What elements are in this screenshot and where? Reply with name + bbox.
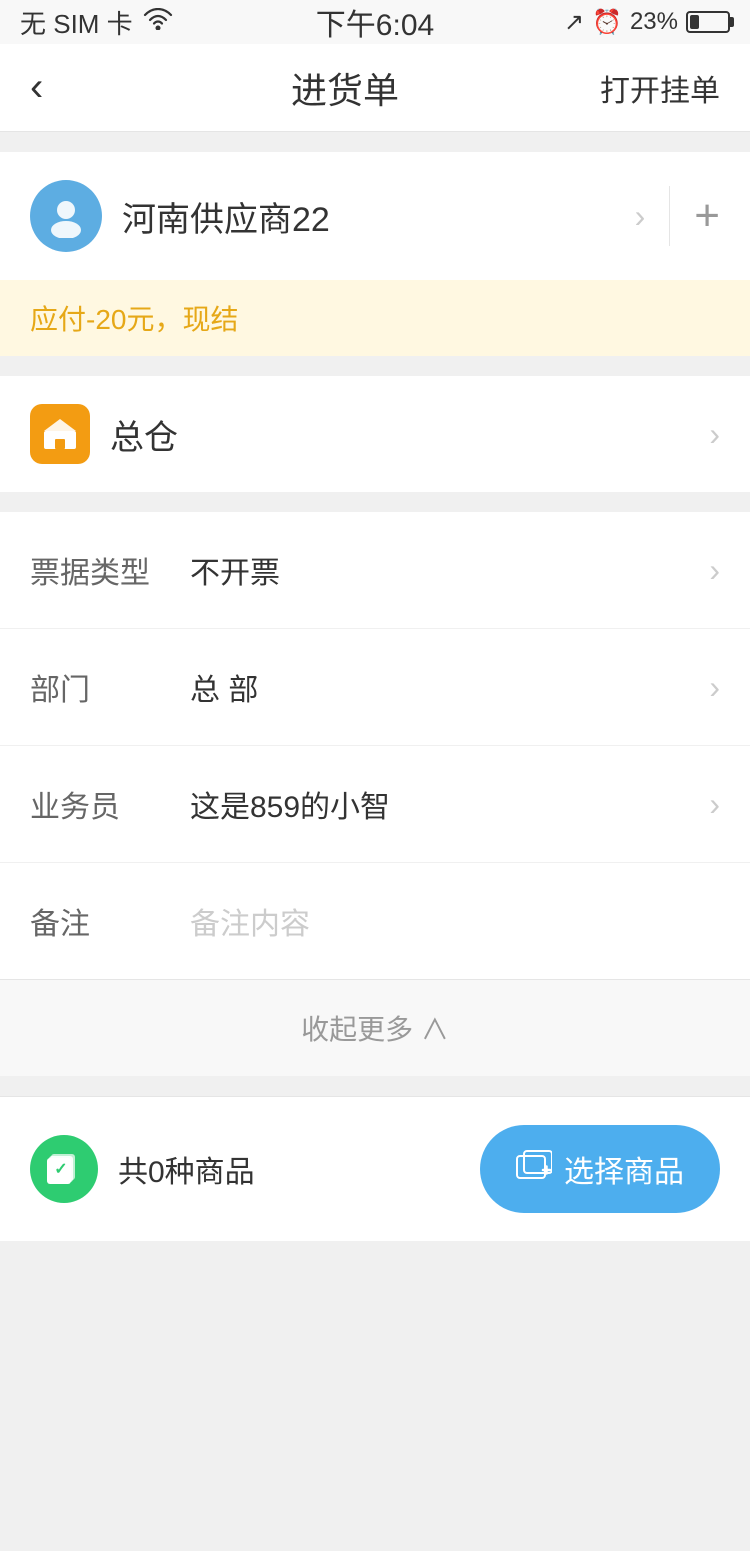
wifi-icon (143, 8, 173, 37)
top-divider (0, 132, 750, 152)
remark-label: 备注 (30, 899, 170, 943)
add-button[interactable]: + (694, 194, 720, 238)
dept-row[interactable]: 部门 总 部 › (0, 629, 750, 746)
svg-text:✓: ✓ (54, 1161, 67, 1178)
location-icon: ↗ (564, 8, 584, 37)
collapse-row[interactable]: 收起更多 ∧ (0, 979, 750, 1076)
supplier-name: 河南供应商22 (122, 192, 635, 241)
mid-divider1 (0, 356, 750, 376)
select-product-label: 选择商品 (564, 1147, 684, 1191)
collapse-button[interactable]: 收起更多 ∧ (301, 1008, 449, 1048)
dept-chevron-icon: › (709, 669, 720, 706)
supplier-chevron-icon: › (635, 198, 646, 235)
warehouse-icon (30, 404, 90, 464)
select-product-icon (516, 1150, 552, 1189)
product-count: 共0种商品 (118, 1147, 480, 1191)
warehouse-row[interactable]: 总仓 › (0, 376, 750, 492)
battery-pct: 23% (630, 8, 678, 36)
notice-text: 应付-20元，现结 (30, 304, 238, 335)
invoice-row[interactable]: 票据类型 不开票 › (0, 512, 750, 629)
salesman-row[interactable]: 业务员 这是859的小智 › (0, 746, 750, 863)
status-time: 下午6:04 (316, 0, 434, 44)
open-pending-button[interactable]: 打开挂单 (600, 66, 720, 110)
status-left: 无 SIM 卡 (20, 4, 173, 41)
invoice-chevron-icon: › (709, 552, 720, 589)
salesman-chevron-icon: › (709, 786, 720, 823)
invoice-value: 不开票 (170, 548, 709, 592)
status-bar: 无 SIM 卡 下午6:04 ↗ ⏰ 23% (0, 0, 750, 44)
vertical-divider (669, 186, 670, 246)
warehouse-name: 总仓 (110, 410, 709, 459)
nav-bar: ‹ 进货单 打开挂单 (0, 44, 750, 132)
alarm-icon: ⏰ (592, 8, 622, 37)
page-rest (0, 1241, 750, 1551)
remark-input[interactable]: 备注内容 (170, 899, 720, 943)
supplier-row[interactable]: 河南供应商22 › + (0, 152, 750, 280)
invoice-label: 票据类型 (30, 548, 170, 592)
warehouse-section: 总仓 › (0, 376, 750, 492)
select-product-button[interactable]: 选择商品 (480, 1125, 720, 1213)
page-title: 进货单 (291, 62, 399, 114)
carrier-text: 无 SIM 卡 (20, 4, 133, 41)
dept-label: 部门 (30, 665, 170, 709)
bottom-divider (0, 1076, 750, 1096)
remark-row[interactable]: 备注 备注内容 (0, 863, 750, 979)
form-section: 票据类型 不开票 › 部门 总 部 › 业务员 这是859的小智 › 备注 备注… (0, 512, 750, 979)
warehouse-chevron-icon: › (709, 416, 720, 453)
supplier-section: 河南供应商22 › + 应付-20元，现结 (0, 152, 750, 356)
back-button[interactable]: ‹ (30, 65, 90, 110)
product-icon: ✓ (30, 1135, 98, 1203)
salesman-value: 这是859的小智 (170, 782, 709, 826)
notice-bar: 应付-20元，现结 (0, 280, 750, 356)
dept-value: 总 部 (170, 665, 709, 709)
salesman-label: 业务员 (30, 782, 170, 826)
status-right: ↗ ⏰ 23% (564, 8, 730, 37)
bottom-section: ✓ 共0种商品 选择商品 (0, 1096, 750, 1241)
battery-icon (686, 11, 730, 33)
mid-divider2 (0, 492, 750, 512)
supplier-avatar (30, 180, 102, 252)
